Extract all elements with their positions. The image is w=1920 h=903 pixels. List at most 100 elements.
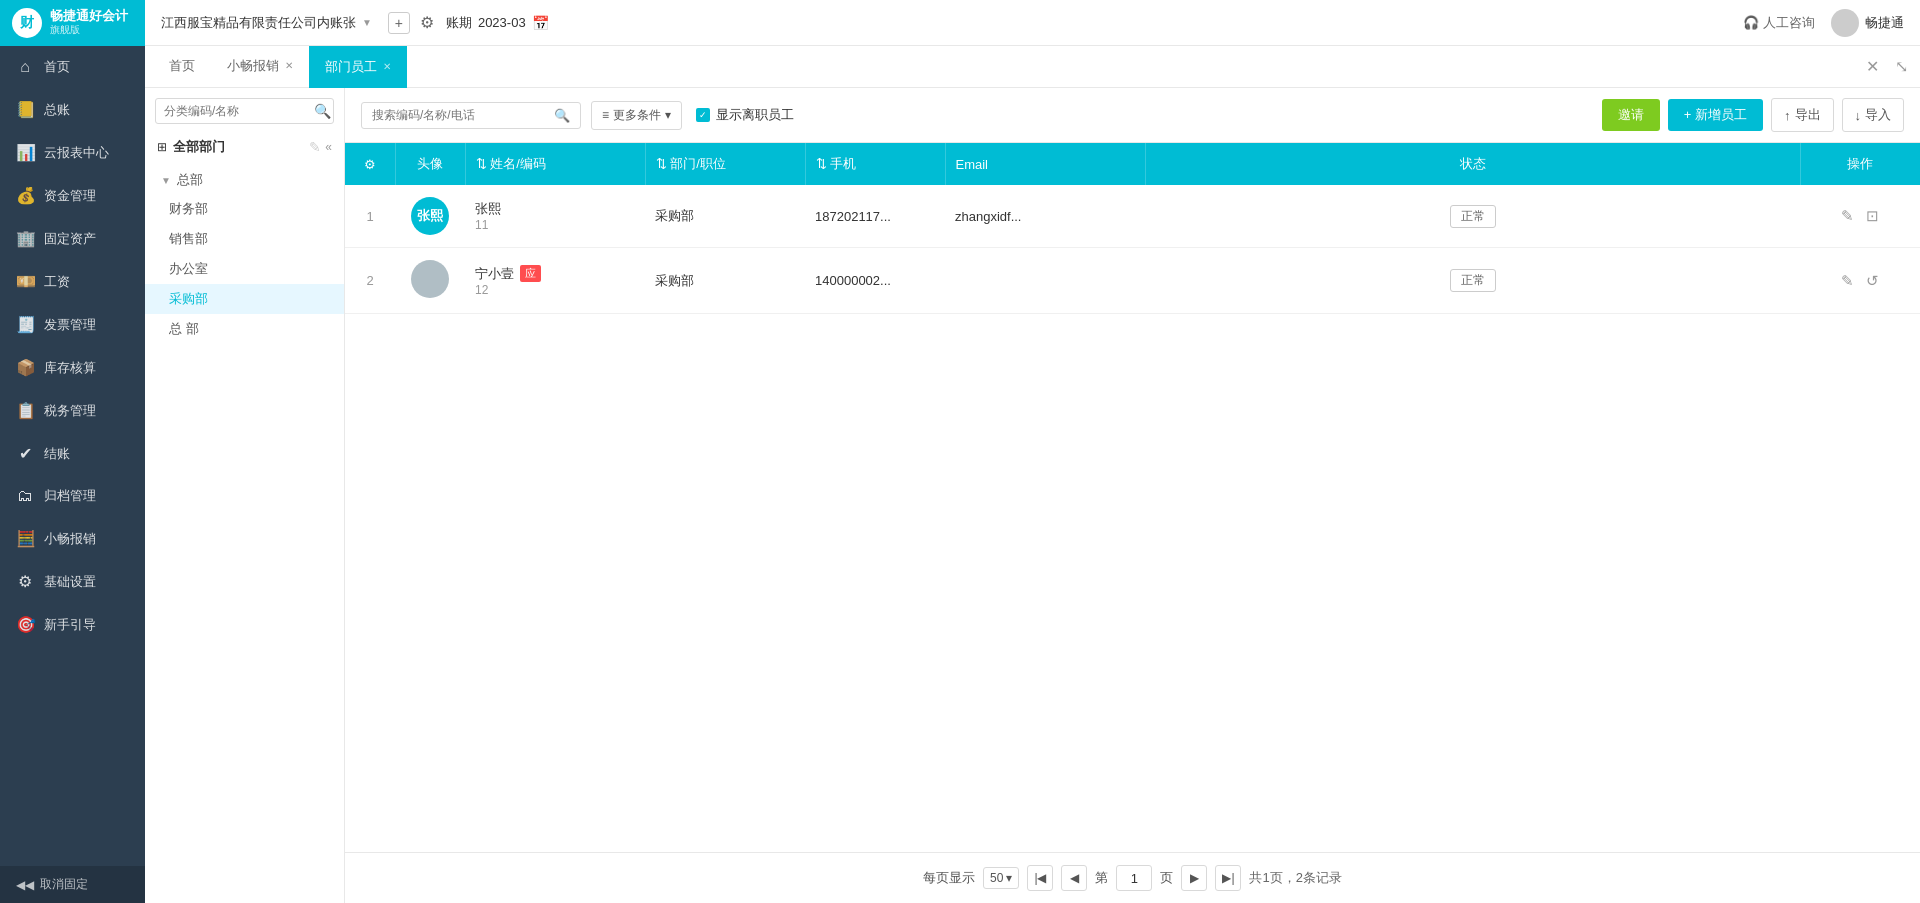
sidebar-item-label: 基础设置 (44, 573, 96, 591)
tree-collapse-icon[interactable]: « (325, 140, 332, 154)
expense-icon: 🧮 (16, 529, 34, 548)
tab-home-label: 首页 (169, 57, 195, 75)
tab-department[interactable]: 部门员工 ✕ (309, 46, 407, 88)
tab-expense[interactable]: 小畅报销 ✕ (211, 46, 309, 88)
sidebar-item-label: 结账 (44, 445, 70, 463)
sidebar-item-tax[interactable]: 📋 税务管理 (0, 389, 145, 432)
tree-item-sales[interactable]: 销售部 (145, 224, 344, 254)
sidebar-item-reports[interactable]: 📊 云报表中心 (0, 131, 145, 174)
tree-search-icon[interactable]: 🔍 (314, 103, 331, 119)
tab-expense-close-icon[interactable]: ✕ (285, 60, 293, 71)
page-input[interactable] (1116, 865, 1152, 891)
employee-code: 11 (475, 218, 635, 232)
period-value[interactable]: 2023-03 (478, 15, 526, 30)
edit-icon[interactable]: ✎ (1841, 207, 1854, 225)
export-button[interactable]: ↑ 导出 (1771, 98, 1834, 132)
sidebar-item-ledger[interactable]: 📒 总账 (0, 88, 145, 131)
tab-department-close-icon[interactable]: ✕ (383, 61, 391, 72)
page-body: 🔍 ⊞ 全部部门 ✎ « ▼ 总部 财务部 销售部 (145, 88, 1920, 903)
per-page-select[interactable]: 50 ▾ (983, 867, 1019, 889)
column-settings-icon[interactable]: ⚙ (364, 157, 376, 172)
sidebar-item-funds[interactable]: 💰 资金管理 (0, 174, 145, 217)
prev-page-button[interactable]: ◀ (1061, 865, 1087, 891)
edit-icon[interactable]: ✎ (1841, 272, 1854, 290)
row-index: 1 (345, 185, 395, 248)
tree-section-hq-header[interactable]: ▼ 总部 (145, 166, 344, 194)
sidebar-item-guide[interactable]: 🎯 新手引导 (0, 603, 145, 646)
user-area[interactable]: 畅捷通 (1831, 9, 1904, 37)
assets-icon: 🏢 (16, 229, 34, 248)
tree-item-purchase[interactable]: 采购部 (145, 284, 344, 314)
tree-all-label: 全部部门 (173, 138, 309, 156)
sidebar-item-label: 云报表中心 (44, 144, 109, 162)
table-row: 1 张熙 张熙 11 采购部 187202117.. (345, 185, 1920, 248)
employee-search-input[interactable] (372, 108, 554, 122)
tree-search-box[interactable]: 🔍 (155, 98, 334, 124)
tree-all-departments[interactable]: ⊞ 全部部门 ✎ « (145, 132, 344, 162)
pin-icon: ◀◀ (16, 878, 34, 892)
sidebar-item-salary[interactable]: 💴 工资 (0, 260, 145, 303)
show-resigned-checkbox-area[interactable]: 显示离职员工 (696, 106, 794, 124)
avatar (411, 260, 449, 298)
reports-icon: 📊 (16, 143, 34, 162)
col-name[interactable]: ⇅ 姓名/编码 (465, 143, 645, 185)
row-phone: 140000002... (805, 248, 945, 314)
salary-icon: 💴 (16, 272, 34, 291)
import-button[interactable]: ↓ 导入 (1842, 98, 1905, 132)
sidebar-item-close[interactable]: ✔ 结账 (0, 432, 145, 475)
logo-area: 财 畅捷通好会计 旗舰版 (0, 0, 145, 46)
sidebar-item-label: 税务管理 (44, 402, 96, 420)
status-badge: 正常 (1450, 269, 1496, 292)
refresh-icon[interactable]: ↺ (1866, 272, 1879, 290)
company-selector[interactable]: 江西服宝精品有限责任公司内账张 ▼ (161, 14, 372, 32)
invite-button[interactable]: 邀请 (1602, 99, 1660, 131)
sidebar: ⌂ 首页 📒 总账 📊 云报表中心 💰 资金管理 🏢 固定资产 💴 工资 🧾 发… (0, 46, 145, 903)
show-resigned-checkbox[interactable] (696, 108, 710, 122)
settings-gear-icon[interactable]: ⚙ (420, 13, 434, 32)
col-phone[interactable]: ⇅ 手机 (805, 143, 945, 185)
next-page-button[interactable]: ▶ (1181, 865, 1207, 891)
add-employee-button[interactable]: + 新增员工 (1668, 99, 1763, 131)
avatar: 张熙 (411, 197, 449, 235)
tree-item-hq[interactable]: 总 部 (145, 314, 344, 344)
calendar-icon[interactable]: 📅 (532, 15, 549, 31)
sidebar-item-invoice[interactable]: 🧾 发票管理 (0, 303, 145, 346)
guide-icon: 🎯 (16, 615, 34, 634)
tree-search-input[interactable] (164, 104, 314, 118)
sidebar-item-assets[interactable]: 🏢 固定资产 (0, 217, 145, 260)
tax-icon: 📋 (16, 401, 34, 420)
sidebar-item-settings[interactable]: ⚙ 基础设置 (0, 560, 145, 603)
tree-item-office[interactable]: 办公室 (145, 254, 344, 284)
tree-edit-icon[interactable]: ✎ (309, 139, 321, 155)
logout-icon[interactable]: ⊡ (1866, 207, 1879, 225)
col-email: Email (945, 143, 1145, 185)
tree-item-hq-label: 总 部 (169, 321, 199, 336)
filter-label: 更多条件 (613, 107, 661, 124)
tree-item-finance[interactable]: 财务部 (145, 194, 344, 224)
last-page-button[interactable]: ▶| (1215, 865, 1241, 891)
tree-item-purchase-label: 采购部 (169, 291, 208, 306)
add-company-button[interactable]: + (388, 12, 410, 34)
employee-search-icon[interactable]: 🔍 (554, 108, 570, 123)
sidebar-item-inventory[interactable]: 📦 库存核算 (0, 346, 145, 389)
archive-icon: 🗂 (16, 487, 34, 505)
import-icon: ↓ (1855, 108, 1862, 123)
more-filter-button[interactable]: ≡ 更多条件 ▾ (591, 101, 682, 130)
col-dept[interactable]: ⇅ 部门/职位 (645, 143, 805, 185)
sidebar-item-label: 新手引导 (44, 616, 96, 634)
close-tab-button[interactable]: ✕ (1862, 53, 1883, 80)
company-name: 江西服宝精品有限责任公司内账张 (161, 14, 356, 32)
funds-icon: 💰 (16, 186, 34, 205)
sidebar-item-expense[interactable]: 🧮 小畅报销 (0, 517, 145, 560)
service-button[interactable]: 🎧 人工咨询 (1743, 14, 1815, 32)
sidebar-item-home[interactable]: ⌂ 首页 (0, 46, 145, 88)
employee-search-box[interactable]: 🔍 (361, 102, 581, 129)
main-content: 首页 小畅报销 ✕ 部门员工 ✕ ✕ ⤡ 🔍 ⊞ 全部部门 ✎ « (145, 46, 1920, 903)
first-page-button[interactable]: |◀ (1027, 865, 1053, 891)
sidebar-item-archive[interactable]: 🗂 归档管理 (0, 475, 145, 517)
sort-icon: ⇅ (816, 156, 827, 171)
expand-tab-button[interactable]: ⤡ (1891, 53, 1912, 80)
employee-name: 宁小壹 (475, 265, 514, 283)
tab-home[interactable]: 首页 (153, 46, 211, 88)
cancel-fixed-button[interactable]: ◀◀ 取消固定 (0, 866, 145, 903)
